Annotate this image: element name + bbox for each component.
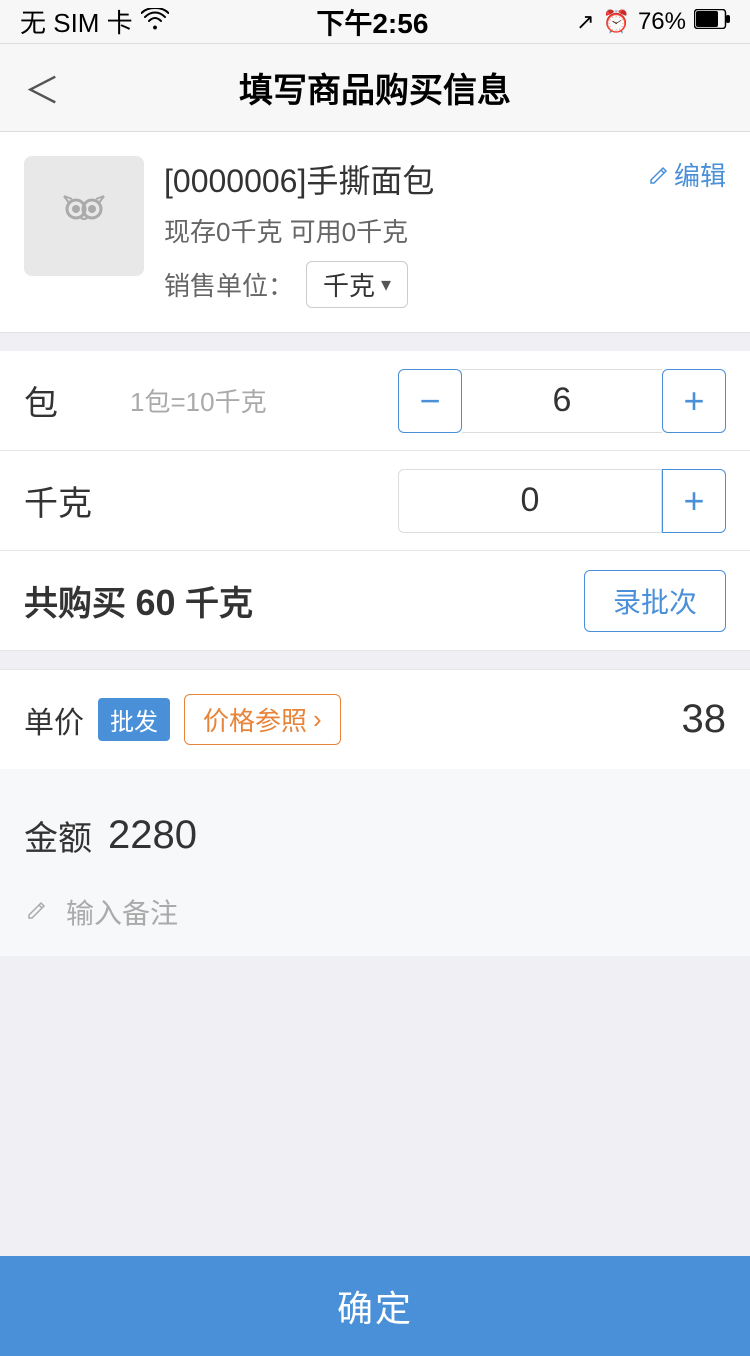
- confirm-button[interactable]: 确定: [0, 1256, 750, 1356]
- kg-plus-button[interactable]: +: [662, 469, 726, 533]
- alarm-icon: ⏰: [603, 9, 630, 35]
- section-divider-2: [0, 651, 750, 669]
- bao-input-row: 包 1包=10千克 − +: [0, 351, 750, 451]
- product-image: [24, 156, 144, 276]
- product-name: [0000006]手撕面包: [164, 156, 648, 202]
- location-icon: ↗: [576, 9, 594, 35]
- amount-row: 金额 2280: [24, 793, 726, 878]
- no-sim-text: 无 SIM 卡: [20, 3, 133, 40]
- bao-hint: 1包=10千克: [130, 382, 398, 419]
- total-prefix: 共购买: [24, 585, 126, 623]
- input-section: 包 1包=10千克 − + 千克 + 共购买 60 千克 录批次: [0, 351, 750, 651]
- battery-text: 76%: [638, 8, 686, 36]
- chevron-down-icon: ▾: [381, 272, 391, 297]
- pencil-icon: [24, 895, 52, 930]
- product-stock: 现存0千克 可用0千克: [164, 212, 726, 249]
- wifi-icon: [141, 6, 169, 37]
- product-card: [0000006]手撕面包 编辑 现存0千克 可用0千克 销售单位： 千克 ▾: [0, 132, 750, 333]
- bao-minus-button[interactable]: −: [398, 369, 462, 433]
- unit-row-label: 销售单位：: [164, 266, 294, 303]
- total-text: 共购买 60 千克: [24, 576, 584, 625]
- price-reference-button[interactable]: 价格参照 ›: [184, 694, 341, 745]
- section-divider-1: [0, 333, 750, 351]
- total-row: 共购买 60 千克 录批次: [0, 551, 750, 651]
- status-bar: 无 SIM 卡 下午2:56 ↗ ⏰ 76%: [0, 0, 750, 44]
- battery-icon: [694, 8, 730, 36]
- kg-input-row: 千克 +: [0, 451, 750, 551]
- status-left: 无 SIM 卡: [20, 3, 169, 40]
- bao-label: 包: [24, 376, 114, 425]
- price-type-tag: 批发: [98, 698, 170, 741]
- remark-row: 输入备注: [24, 878, 726, 956]
- amount-label: 金额: [24, 811, 92, 860]
- kg-label: 千克: [24, 476, 114, 525]
- price-ref-chevron: ›: [313, 704, 322, 735]
- unit-value: 千克: [323, 266, 375, 303]
- price-value: 38: [682, 697, 727, 742]
- status-right: ↗ ⏰ 76%: [576, 8, 730, 36]
- empty-space: [0, 956, 750, 1256]
- product-unit-row: 销售单位： 千克 ▾: [164, 261, 726, 308]
- edit-button[interactable]: 编辑: [648, 156, 726, 193]
- bao-plus-button[interactable]: +: [662, 369, 726, 433]
- product-info: [0000006]手撕面包 编辑 现存0千克 可用0千克 销售单位： 千克 ▾: [164, 156, 726, 308]
- batch-button[interactable]: 录批次: [584, 570, 726, 632]
- total-amount: 60: [135, 582, 175, 623]
- bao-quantity-input[interactable]: [462, 369, 662, 433]
- back-button[interactable]: ＜: [24, 62, 60, 114]
- edit-label: 编辑: [674, 156, 726, 193]
- amount-value: 2280: [108, 813, 197, 858]
- kg-qty-controls: +: [398, 469, 726, 533]
- page-title: 填写商品购买信息: [239, 63, 511, 112]
- status-time: 下午2:56: [316, 2, 428, 42]
- unit-select[interactable]: 千克 ▾: [306, 261, 408, 308]
- bao-qty-controls: − +: [398, 369, 726, 433]
- kg-quantity-input[interactable]: [398, 469, 662, 533]
- total-unit: 千克: [185, 585, 253, 623]
- remark-placeholder[interactable]: 输入备注: [66, 892, 178, 932]
- price-ref-label: 价格参照: [203, 701, 307, 738]
- amount-section: 金额 2280 输入备注: [0, 769, 750, 956]
- nav-bar: ＜ 填写商品购买信息: [0, 44, 750, 132]
- product-logo: [54, 181, 114, 251]
- price-section: 单价 批发 价格参照 › 38: [0, 669, 750, 769]
- price-label: 单价: [24, 698, 84, 742]
